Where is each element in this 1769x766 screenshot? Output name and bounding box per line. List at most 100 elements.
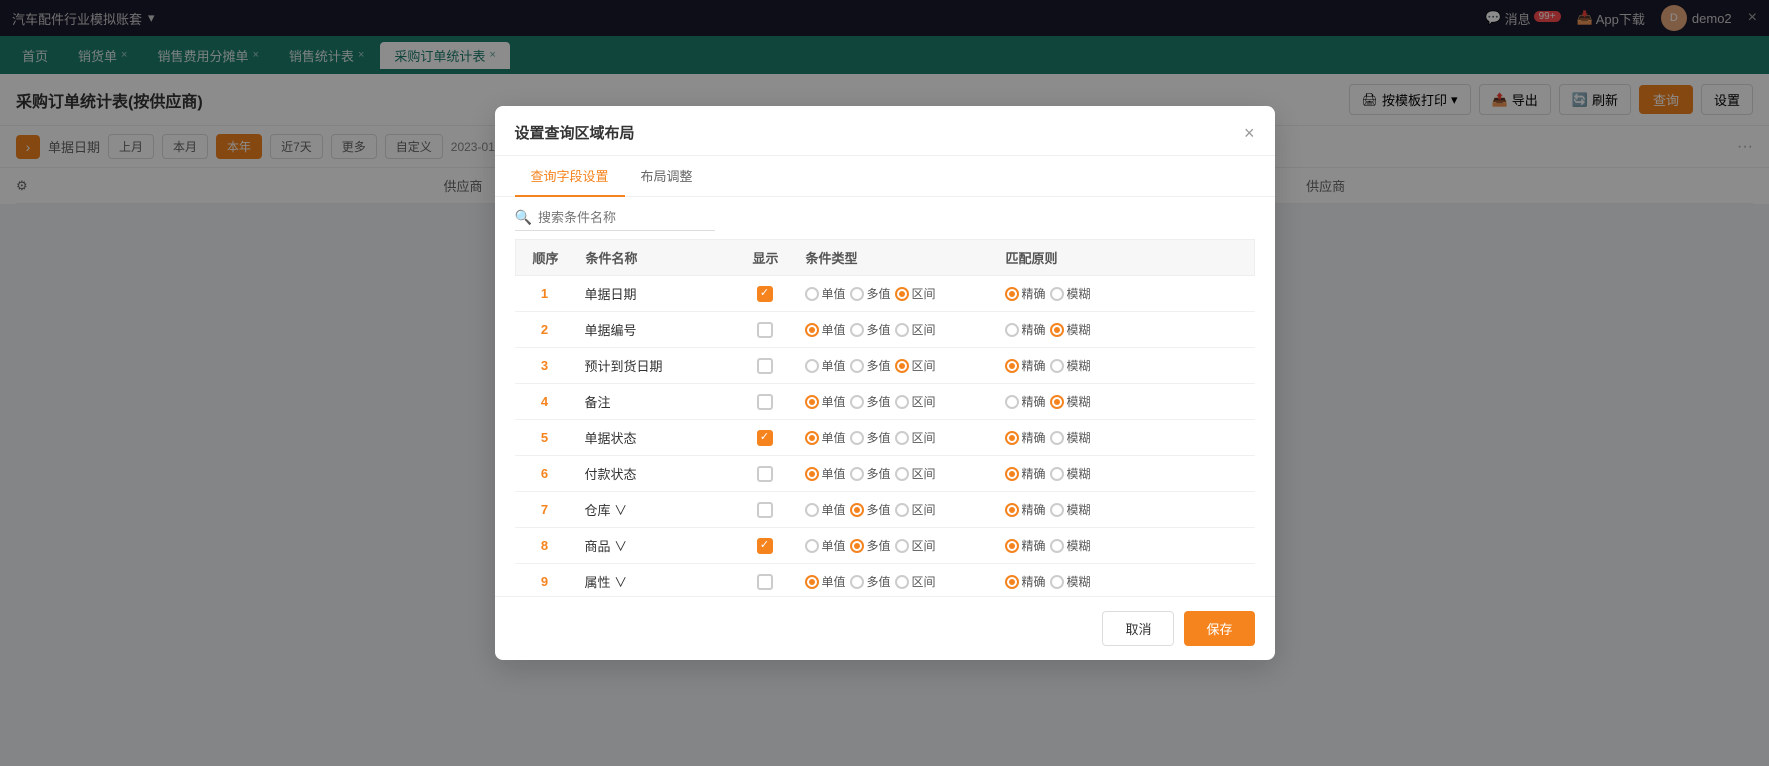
- radio-type-range[interactable]: 区间: [895, 429, 936, 446]
- radio-type-single[interactable]: 单值: [805, 357, 846, 374]
- search-input[interactable]: [538, 210, 698, 225]
- row-condition-name: 付款状态: [575, 464, 735, 483]
- radio-type-single[interactable]: 单值: [805, 429, 846, 446]
- radio-type-multi[interactable]: 多值: [850, 501, 891, 518]
- row-show-checkbox[interactable]: [735, 466, 795, 482]
- row-show-checkbox[interactable]: [735, 286, 795, 302]
- radio-match-fuzzy[interactable]: 模糊: [1050, 429, 1091, 446]
- radio-match-exact[interactable]: 精确: [1005, 573, 1046, 590]
- table-row: 9属性 ∨单值多值区间精确模糊: [515, 564, 1255, 596]
- row-order: 2: [515, 322, 575, 337]
- radio-match-exact[interactable]: 精确: [1005, 537, 1046, 554]
- radio-match-fuzzy[interactable]: 模糊: [1050, 357, 1091, 374]
- radio-type-single[interactable]: 单值: [805, 501, 846, 518]
- radio-match-exact[interactable]: 精确: [1005, 393, 1046, 410]
- row-show-checkbox[interactable]: [735, 574, 795, 590]
- row-type-group: 单值多值区间: [795, 393, 995, 410]
- radio-match-exact[interactable]: 精确: [1005, 429, 1046, 446]
- radio-type-range[interactable]: 区间: [895, 321, 936, 338]
- radio-match-fuzzy[interactable]: 模糊: [1050, 573, 1091, 590]
- row-show-checkbox[interactable]: [735, 502, 795, 518]
- row-match-group: 精确模糊: [995, 573, 1215, 590]
- table-row: 4备注单值多值区间精确模糊: [515, 384, 1255, 420]
- radio-type-multi[interactable]: 多值: [850, 321, 891, 338]
- dialog-tabs: 查询字段设置 布局调整: [495, 156, 1275, 197]
- radio-type-multi[interactable]: 多值: [850, 537, 891, 554]
- radio-match-exact[interactable]: 精确: [1005, 357, 1046, 374]
- row-show-checkbox[interactable]: [735, 430, 795, 446]
- row-order: 9: [515, 574, 575, 589]
- tab-layout-adjust[interactable]: 布局调整: [625, 156, 709, 197]
- table-row: 5单据状态单值多值区间精确模糊: [515, 420, 1255, 456]
- radio-match-fuzzy[interactable]: 模糊: [1050, 465, 1091, 482]
- radio-match-exact[interactable]: 精确: [1005, 465, 1046, 482]
- row-condition-name: 单据状态: [575, 428, 735, 447]
- radio-type-single[interactable]: 单值: [805, 393, 846, 410]
- row-type-group: 单值多值区间: [795, 465, 995, 482]
- row-match-group: 精确模糊: [995, 537, 1215, 554]
- radio-type-multi[interactable]: 多值: [850, 357, 891, 374]
- radio-match-fuzzy[interactable]: 模糊: [1050, 537, 1091, 554]
- radio-type-multi[interactable]: 多值: [850, 285, 891, 302]
- row-match-group: 精确模糊: [995, 285, 1215, 302]
- radio-type-range[interactable]: 区间: [895, 465, 936, 482]
- radio-type-multi[interactable]: 多值: [850, 573, 891, 590]
- modal-overlay: 设置查询区域布局 × 查询字段设置 布局调整 🔍 顺序 条件名称: [0, 0, 1769, 766]
- row-match-group: 精确模糊: [995, 393, 1215, 410]
- row-order: 8: [515, 538, 575, 553]
- row-type-group: 单值多值区间: [795, 429, 995, 446]
- table-header: 顺序 条件名称 显示 条件类型 匹配原则: [515, 239, 1255, 276]
- table-row: 2单据编号单值多值区间精确模糊: [515, 312, 1255, 348]
- radio-match-fuzzy[interactable]: 模糊: [1050, 285, 1091, 302]
- row-order: 4: [515, 394, 575, 409]
- row-condition-name: 预计到货日期: [575, 356, 735, 375]
- row-show-checkbox[interactable]: [735, 322, 795, 338]
- table-row: 1单据日期单值多值区间精确模糊: [515, 276, 1255, 312]
- radio-type-range[interactable]: 区间: [895, 393, 936, 410]
- row-show-checkbox[interactable]: [735, 358, 795, 374]
- row-condition-name: 单据日期: [575, 284, 735, 303]
- table-row: 6付款状态单值多值区间精确模糊: [515, 456, 1255, 492]
- row-order: 3: [515, 358, 575, 373]
- radio-type-multi[interactable]: 多值: [850, 465, 891, 482]
- row-condition-name: 仓库 ∨: [575, 500, 735, 519]
- dialog-close-button[interactable]: ×: [1244, 124, 1255, 142]
- radio-type-single[interactable]: 单值: [805, 465, 846, 482]
- radio-match-fuzzy[interactable]: 模糊: [1050, 501, 1091, 518]
- row-type-group: 单值多值区间: [795, 321, 995, 338]
- tab-query-fields[interactable]: 查询字段设置: [515, 156, 625, 197]
- radio-type-single[interactable]: 单值: [805, 321, 846, 338]
- table-row: 8商品 ∨单值多值区间精确模糊: [515, 528, 1255, 564]
- dialog-header: 设置查询区域布局 ×: [495, 106, 1275, 156]
- radio-type-single[interactable]: 单值: [805, 573, 846, 590]
- table-row: 3预计到货日期 单值多值区间 精确模糊: [515, 348, 1255, 384]
- radio-type-multi[interactable]: 多值: [850, 429, 891, 446]
- row-order: 5: [515, 430, 575, 445]
- radio-match-fuzzy[interactable]: 模糊: [1050, 393, 1091, 410]
- search-icon: 🔍: [515, 209, 532, 226]
- row-type-group: 单值多值区间: [795, 285, 995, 302]
- search-row: 🔍: [495, 197, 1275, 239]
- row-order: 7: [515, 502, 575, 517]
- radio-type-single[interactable]: 单值: [805, 285, 846, 302]
- radio-type-range[interactable]: 区间: [895, 285, 936, 302]
- radio-type-single[interactable]: 单值: [805, 537, 846, 554]
- row-order: 1: [515, 286, 575, 301]
- radio-type-range[interactable]: 区间: [895, 357, 936, 374]
- radio-match-fuzzy[interactable]: 模糊: [1050, 321, 1091, 338]
- row-type-group: 单值多值区间: [795, 501, 995, 518]
- radio-type-range[interactable]: 区间: [895, 537, 936, 554]
- row-show-checkbox[interactable]: [735, 394, 795, 410]
- row-condition-name: 商品 ∨: [575, 536, 735, 555]
- radio-match-exact[interactable]: 精确: [1005, 321, 1046, 338]
- row-type-group: 单值多值区间: [795, 537, 995, 554]
- radio-type-multi[interactable]: 多值: [850, 393, 891, 410]
- save-button[interactable]: 保存: [1184, 611, 1254, 646]
- radio-match-exact[interactable]: 精确: [1005, 501, 1046, 518]
- row-show-checkbox[interactable]: [735, 538, 795, 554]
- row-match-group: 精确模糊: [995, 465, 1215, 482]
- cancel-button[interactable]: 取消: [1102, 611, 1174, 646]
- radio-match-exact[interactable]: 精确: [1005, 285, 1046, 302]
- radio-type-range[interactable]: 区间: [895, 573, 936, 590]
- radio-type-range[interactable]: 区间: [895, 501, 936, 518]
